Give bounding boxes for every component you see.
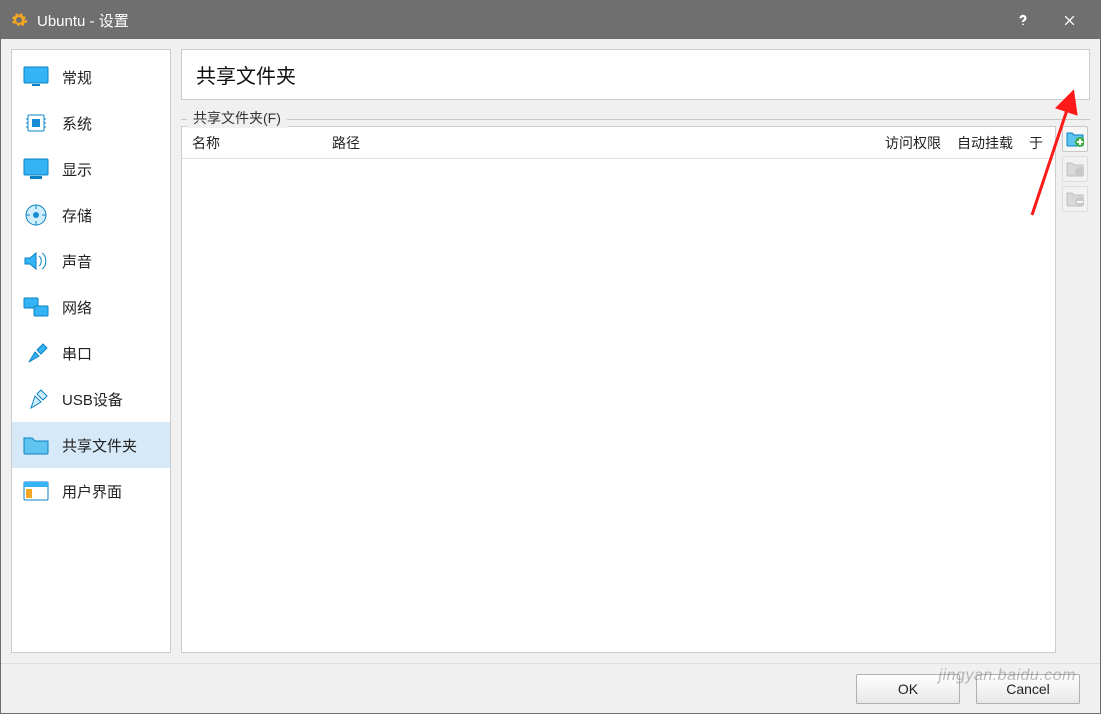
sidebar-item-storage[interactable]: 存储 (12, 192, 170, 238)
fieldset-divider (181, 119, 1090, 120)
network-icon (22, 295, 50, 319)
main-panel: 共享文件夹 共享文件夹(F) 名称 路径 访问权限 自动挂载 于 (181, 49, 1090, 653)
cancel-button[interactable]: Cancel (976, 674, 1080, 704)
titlebar: Ubuntu - 设置 (1, 1, 1100, 39)
sidebar-item-display[interactable]: 显示 (12, 146, 170, 192)
shared-folders-table[interactable]: 名称 路径 访问权限 自动挂载 于 (181, 126, 1056, 653)
add-folder-button[interactable] (1062, 126, 1088, 152)
sidebar-item-user-interface[interactable]: 用户界面 (12, 468, 170, 514)
disk-icon (22, 203, 50, 227)
dialog-footer: OK Cancel jingyan.baidu.com (1, 663, 1100, 713)
sidebar-item-label: 串口 (62, 343, 92, 364)
sidebar-item-label: 声音 (62, 251, 92, 272)
chip-icon (22, 111, 50, 135)
sidebar-item-audio[interactable]: 声音 (12, 238, 170, 284)
page-title: 共享文件夹 (181, 49, 1090, 100)
col-at[interactable]: 于 (1019, 133, 1055, 153)
sidebar-item-label: 共享文件夹 (62, 435, 137, 456)
display-icon (22, 157, 50, 181)
ok-button[interactable]: OK (856, 674, 960, 704)
speaker-icon (22, 249, 50, 273)
table-body[interactable] (182, 159, 1055, 652)
sidebar-item-usb[interactable]: USB设备 (12, 376, 170, 422)
col-path[interactable]: 路径 (322, 133, 875, 153)
edit-folder-button (1062, 156, 1088, 182)
window-body: 常规 系统 显示 存储 声音 网络 (1, 39, 1100, 663)
sidebar-item-shared-folders[interactable]: 共享文件夹 (12, 422, 170, 468)
usb-icon (22, 387, 50, 411)
sidebar-item-label: 显示 (62, 159, 92, 180)
sidebar-item-label: 网络 (62, 297, 92, 318)
gear-icon (9, 10, 29, 30)
folder-side-buttons (1060, 126, 1090, 653)
remove-folder-button (1062, 186, 1088, 212)
close-button[interactable] (1046, 1, 1092, 39)
shared-folders-area: 名称 路径 访问权限 自动挂载 于 (181, 126, 1090, 653)
sidebar-item-label: 常规 (62, 67, 92, 88)
monitor-icon (22, 65, 50, 89)
col-name[interactable]: 名称 (182, 133, 322, 153)
folder-icon (22, 433, 50, 457)
settings-window: Ubuntu - 设置 常规 系统 显示 存储 (0, 0, 1101, 714)
sidebar-item-serial[interactable]: 串口 (12, 330, 170, 376)
serial-icon (22, 341, 50, 365)
ui-icon (22, 479, 50, 503)
col-access[interactable]: 访问权限 (875, 133, 947, 153)
sidebar-item-network[interactable]: 网络 (12, 284, 170, 330)
fieldset-label: 共享文件夹(F) (187, 108, 287, 128)
settings-sidebar: 常规 系统 显示 存储 声音 网络 (11, 49, 171, 653)
sidebar-item-general[interactable]: 常规 (12, 54, 170, 100)
sidebar-item-label: USB设备 (62, 389, 123, 410)
table-header: 名称 路径 访问权限 自动挂载 于 (182, 127, 1055, 159)
help-button[interactable] (1000, 1, 1046, 39)
sidebar-item-label: 存储 (62, 205, 92, 226)
shared-folders-fieldset: 共享文件夹(F) 名称 路径 访问权限 自动挂载 于 (181, 108, 1090, 653)
col-auto[interactable]: 自动挂载 (947, 133, 1019, 153)
window-title: Ubuntu - 设置 (37, 10, 1000, 31)
sidebar-item-label: 系统 (62, 113, 92, 134)
sidebar-item-label: 用户界面 (62, 481, 122, 502)
sidebar-item-system[interactable]: 系统 (12, 100, 170, 146)
